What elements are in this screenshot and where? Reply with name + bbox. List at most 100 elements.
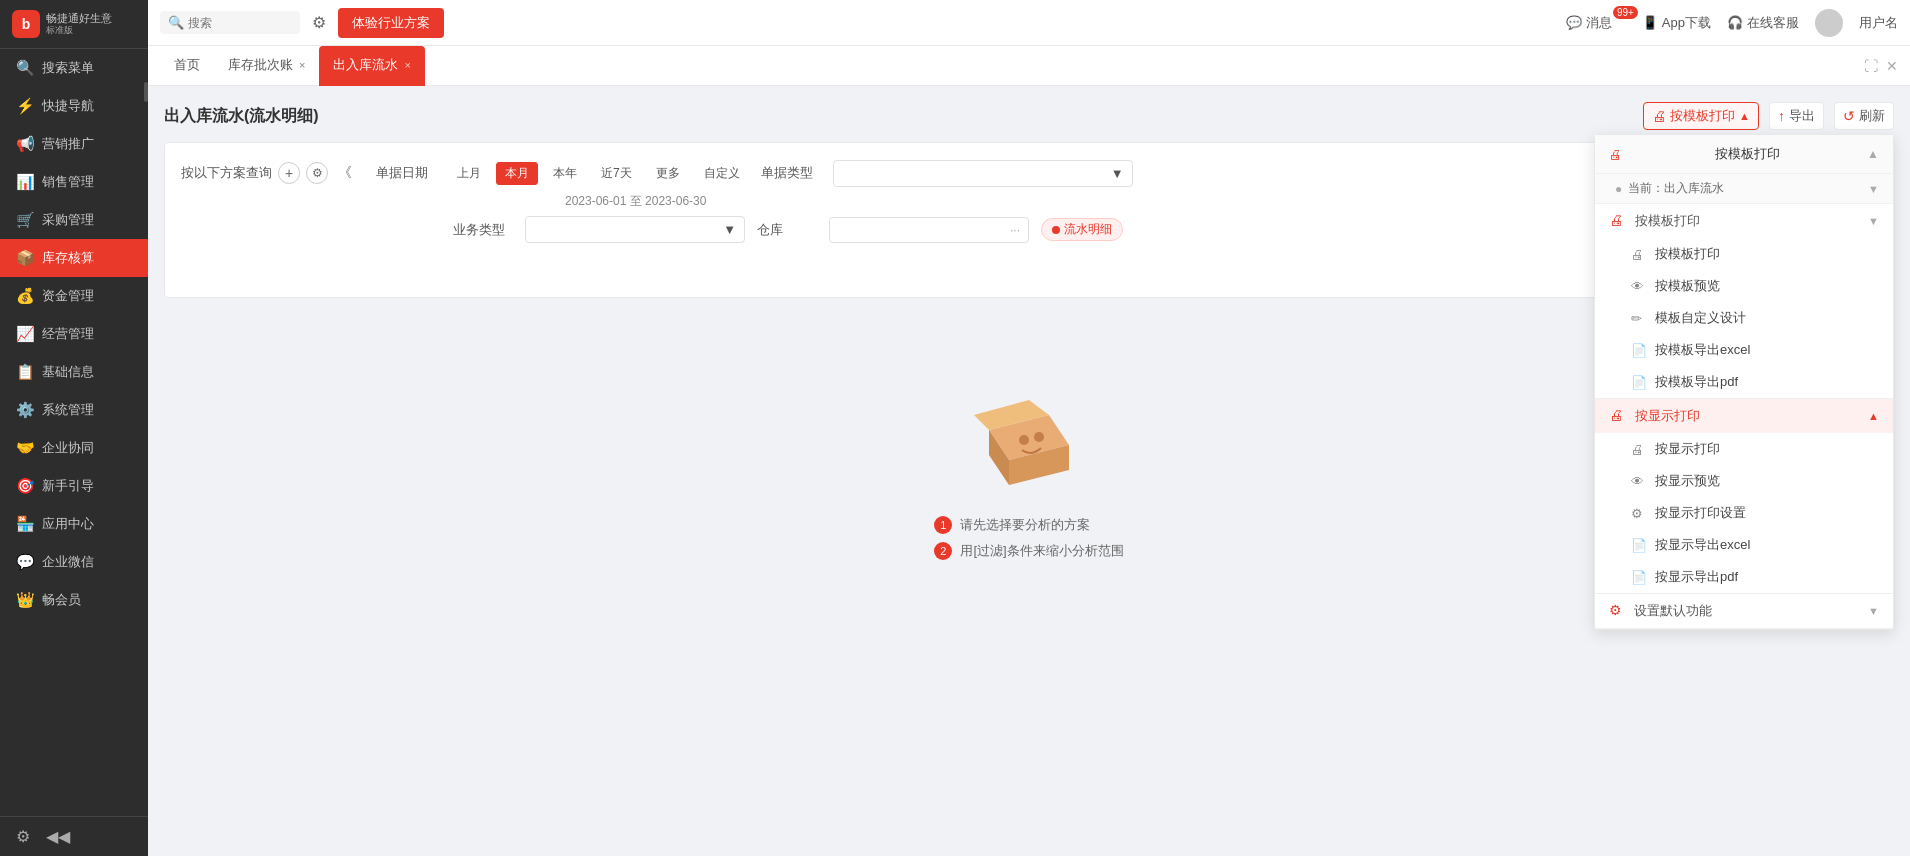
date-tab-7days[interactable]: 近7天 [592, 162, 641, 185]
sidebar-item-system[interactable]: ⚙️ 系统管理 [0, 391, 148, 429]
svg-point-4 [1019, 435, 1029, 445]
template-print-section-header[interactable]: 🖨 按模板打印 ▼ [1595, 204, 1893, 238]
collapse-icon[interactable]: ◀◀ [46, 827, 70, 846]
print-template-button[interactable]: 🖨 按模板打印 ▲ [1643, 102, 1759, 130]
sidebar-item-marketing[interactable]: 📢 营销推广 [0, 125, 148, 163]
settings-icon[interactable]: ⚙ [16, 827, 30, 846]
date-tab-this-year[interactable]: 本年 [544, 162, 586, 185]
industry-solution-button[interactable]: 体验行业方案 [338, 8, 444, 38]
money-icon: 💰 [16, 287, 34, 305]
filter-collapse-button[interactable]: 《 [334, 162, 356, 184]
topbar-right: 💬 消息 99+ 📱 App下载 🎧 在线客服 用户名 [1566, 9, 1898, 37]
search-small-icon: 🔍 [168, 15, 184, 30]
default-section-chevron: ▼ [1868, 605, 1879, 617]
export-button[interactable]: ↑ 导出 [1769, 102, 1824, 130]
sidebar-item-collab[interactable]: 🤝 企业协同 [0, 429, 148, 467]
item-display-excel-icon: 📄 [1631, 538, 1647, 553]
tab-maximize-icon[interactable]: ⛶ [1864, 58, 1878, 74]
dropdown-item-template-preview[interactable]: 👁 按模板预览 [1595, 270, 1893, 302]
online-service-button[interactable]: 🎧 在线客服 [1727, 14, 1799, 32]
dropdown-item-display-excel[interactable]: 📄 按显示导出excel [1595, 529, 1893, 561]
tab-batch[interactable]: 库存批次账 × [214, 46, 319, 86]
date-tab-last-month[interactable]: 上月 [448, 162, 490, 185]
tab-batch-close[interactable]: × [299, 59, 305, 71]
sidebar-item-appstore[interactable]: 🏪 应用中心 [0, 505, 148, 543]
page-title: 出入库流水(流水明细) [164, 106, 319, 127]
sidebar: b 畅捷通好生意 标准版 🔍 搜索菜单 ⚡ 快捷导航 📢 营销推广 📊 销售管理… [0, 0, 148, 856]
dropdown-printer-icon: 🖨 [1609, 147, 1622, 162]
filter-tag-dot [1052, 226, 1060, 234]
dropdown-item-display-settings[interactable]: ⚙ 按显示打印设置 [1595, 497, 1893, 529]
sidebar-item-guide[interactable]: 🎯 新手引导 [0, 467, 148, 505]
warehouse-select[interactable]: ··· [829, 217, 1029, 243]
date-tab-this-month[interactable]: 本月 [496, 162, 538, 185]
tab-close-all-icon[interactable]: ✕ [1886, 58, 1898, 74]
chart-icon: 📊 [16, 173, 34, 191]
message-button[interactable]: 💬 消息 99+ [1566, 14, 1626, 32]
display-print-section-header[interactable]: 🖨 按显示打印 ▲ [1595, 399, 1893, 433]
sidebar-item-sales[interactable]: 📊 销售管理 [0, 163, 148, 201]
default-gear-icon: ⚙ [1609, 602, 1622, 618]
sidebar-item-search[interactable]: 🔍 搜索菜单 [0, 49, 148, 87]
step-2-num: 2 [934, 542, 952, 560]
refresh-button[interactable]: ↺ 刷新 [1834, 102, 1894, 130]
display-print-section: 🖨 按显示打印 ▲ 🖨 按显示打印 👁 按显示预览 [1595, 399, 1893, 594]
user-avatar[interactable] [1815, 9, 1843, 37]
current-chevron-icon: ▼ [1868, 183, 1879, 195]
topbar-gear-icon[interactable]: ⚙ [308, 9, 330, 36]
dropdown-item-template-excel[interactable]: 📄 按模板导出excel [1595, 334, 1893, 366]
sidebar-item-finance[interactable]: 💰 资金管理 [0, 277, 148, 315]
item-excel-icon: 📄 [1631, 343, 1647, 358]
user-name: 用户名 [1859, 14, 1898, 32]
current-indicator-icon: ● [1615, 182, 1622, 196]
tab-home[interactable]: 首页 [160, 46, 214, 86]
sidebar-item-member[interactable]: 👑 畅会员 [0, 581, 148, 619]
search-input[interactable] [188, 16, 288, 30]
tabs-bar: 首页 库存批次账 × 出入库流水 × ⛶ ✕ [148, 46, 1910, 86]
tab-flow-close[interactable]: × [404, 59, 410, 71]
app-download-button[interactable]: 📱 App下载 [1642, 14, 1711, 32]
sidebar-nav: 🔍 搜索菜单 ⚡ 快捷导航 📢 营销推广 📊 销售管理 🛒 采购管理 📦 库存核… [0, 49, 148, 816]
date-label: 单据日期 [376, 164, 436, 182]
gear-icon: ⚙️ [16, 401, 34, 419]
dropdown-item-display-pdf[interactable]: 📄 按显示导出pdf [1595, 561, 1893, 593]
empty-box-svg [969, 390, 1089, 500]
topbar-search-box[interactable]: 🔍 [160, 11, 300, 34]
dropdown-item-display-print[interactable]: 🖨 按显示打印 [1595, 433, 1893, 465]
dropdown-item-template-print[interactable]: 🖨 按模板打印 [1595, 238, 1893, 270]
warehouse-select-area: ··· [829, 217, 1029, 243]
dropdown-item-template-design[interactable]: ✏ 模板自定义设计 [1595, 302, 1893, 334]
sidebar-item-wechat[interactable]: 💬 企业微信 [0, 543, 148, 581]
biz-type-select[interactable]: ▼ [525, 216, 745, 243]
doc-type-select[interactable]: ▼ [833, 160, 1133, 187]
tab-flow[interactable]: 出入库流水 × [319, 46, 424, 86]
date-tab-more[interactable]: 更多 [647, 162, 689, 185]
sidebar-item-shortcut[interactable]: ⚡ 快捷导航 [0, 87, 148, 125]
dropdown-item-template-pdf[interactable]: 📄 按模板导出pdf [1595, 366, 1893, 398]
item-printer-icon: 🖨 [1631, 247, 1647, 262]
item-display-preview-icon: 👁 [1631, 474, 1647, 489]
set-default-section-header[interactable]: ⚙ 设置默认功能 ▼ [1595, 594, 1893, 628]
dropdown-collapse-icon[interactable]: ▲ [1867, 147, 1879, 161]
sidebar-logo: b 畅捷通好生意 标准版 [0, 0, 148, 49]
sidebar-item-operation[interactable]: 📈 经营管理 [0, 315, 148, 353]
refresh-icon: ↺ [1843, 108, 1855, 124]
tabs-actions: ⛶ ✕ [1864, 58, 1898, 74]
flash-icon: ⚡ [16, 97, 34, 115]
item-pdf-icon: 📄 [1631, 375, 1647, 390]
empty-steps: 1 请先选择要分析的方案 2 用[过滤]条件来缩小分析范围 [934, 516, 1123, 560]
date-tab-custom[interactable]: 自定义 [695, 162, 749, 185]
dropdown-item-display-preview[interactable]: 👁 按显示预览 [1595, 465, 1893, 497]
sidebar-item-basic[interactable]: 📋 基础信息 [0, 353, 148, 391]
template-printer-icon: 🖨 [1609, 212, 1623, 228]
filter-add-button[interactable]: + [278, 162, 300, 184]
sidebar-item-inventory[interactable]: 📦 库存核算 [0, 239, 148, 277]
item-display-settings-icon: ⚙ [1631, 506, 1647, 521]
handshake-icon: 🤝 [16, 439, 34, 457]
filter-gear-button[interactable]: ⚙ [306, 162, 328, 184]
sidebar-item-purchase[interactable]: 🛒 采购管理 [0, 201, 148, 239]
cart-icon: 🛒 [16, 211, 34, 229]
app-logo-icon: b [12, 10, 40, 38]
phone-icon: 📱 [1642, 15, 1658, 30]
item-display-pdf-icon: 📄 [1631, 570, 1647, 585]
